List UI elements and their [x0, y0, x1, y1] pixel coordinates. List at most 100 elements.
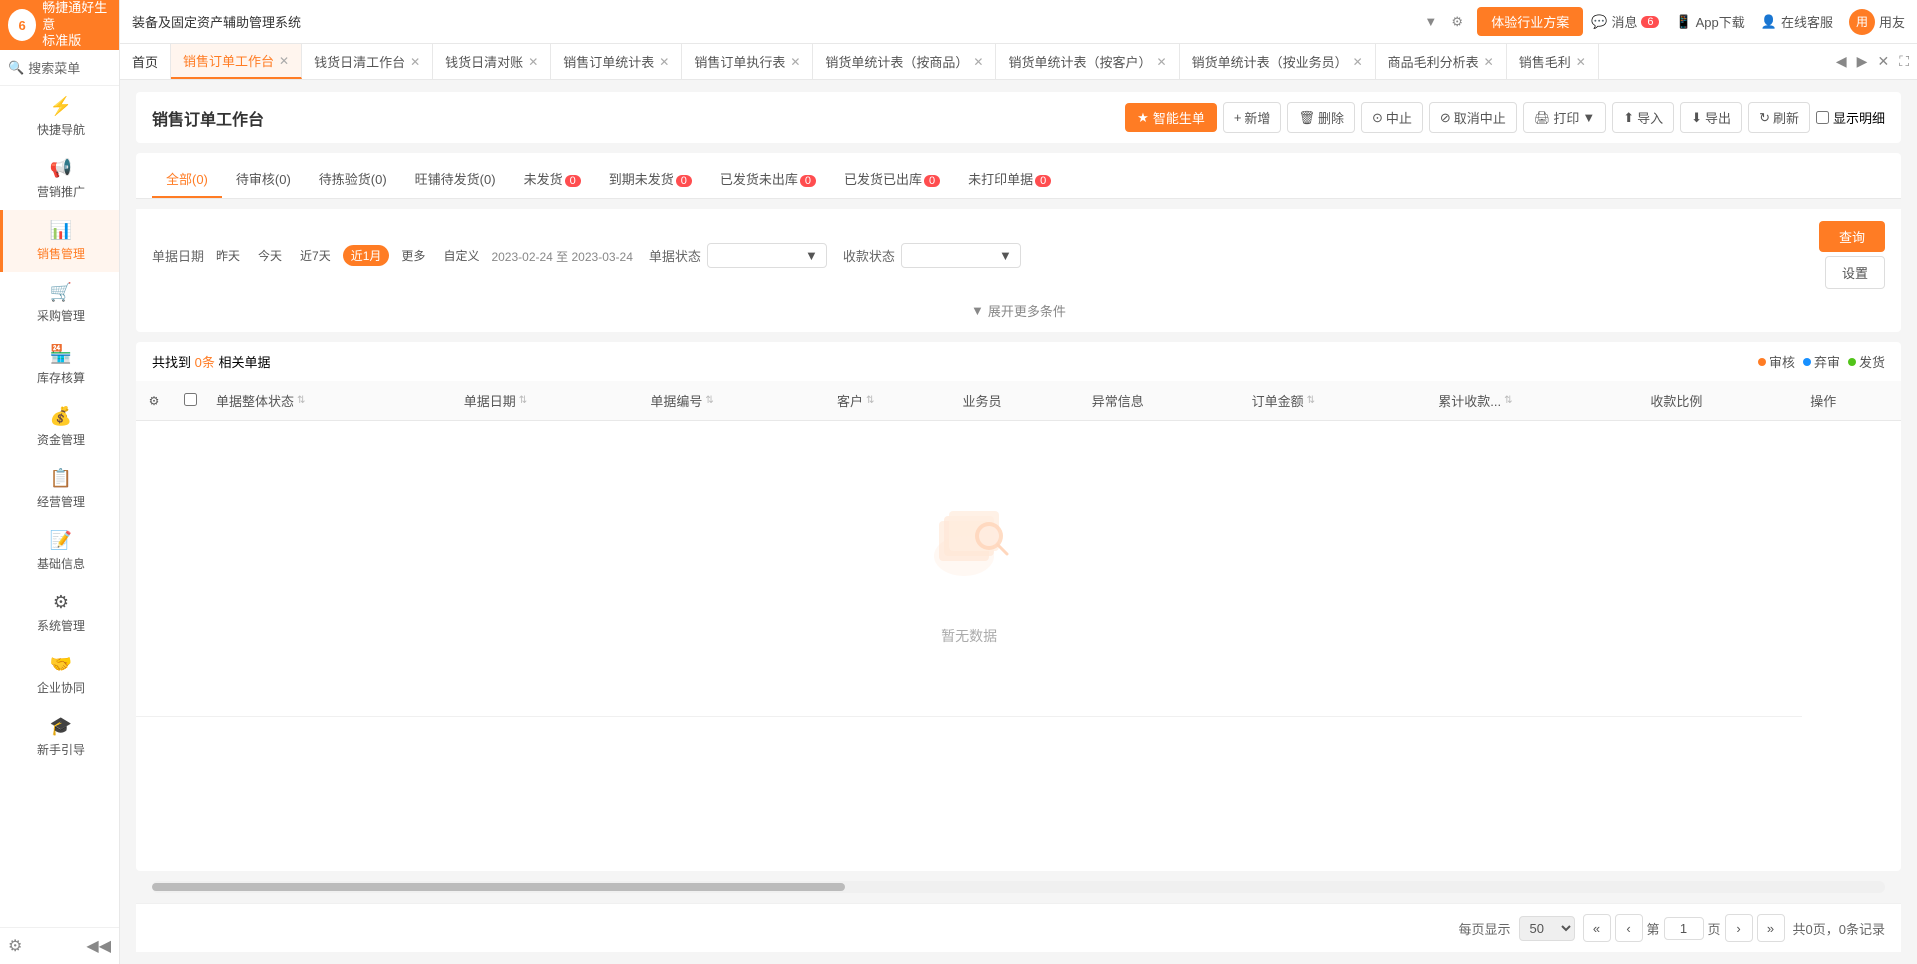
- col-collected[interactable]: 累计收款...⇅: [1430, 381, 1642, 421]
- date-7days[interactable]: 近7天: [294, 245, 337, 266]
- industry-btn[interactable]: 体验行业方案: [1477, 7, 1583, 36]
- col-bill-no[interactable]: 单据编号⇅: [642, 381, 829, 421]
- next-page-btn[interactable]: ›: [1725, 914, 1753, 942]
- sidebar-item-guide[interactable]: 🎓新手引导: [0, 706, 119, 768]
- col-bill-date[interactable]: 单据日期⇅: [456, 381, 643, 421]
- set-btn[interactable]: 设置: [1825, 256, 1885, 289]
- tab-scroll-left[interactable]: ◀: [1832, 51, 1851, 72]
- user-menu[interactable]: 用 用友: [1849, 9, 1905, 35]
- last-page-btn[interactable]: »: [1757, 914, 1785, 942]
- filter-tab-shipped-not-out[interactable]: 已发货未出库0: [706, 161, 830, 198]
- filter-tab-all[interactable]: 全部(0): [152, 161, 222, 198]
- filter-tab-unshipped[interactable]: 未发货0: [510, 161, 595, 198]
- select-all-checkbox[interactable]: [184, 393, 197, 406]
- col-amount[interactable]: 订单金额⇅: [1244, 381, 1431, 421]
- add-btn[interactable]: + 新增: [1223, 102, 1282, 133]
- first-page-btn[interactable]: «: [1583, 914, 1611, 942]
- import-btn[interactable]: ⬆ 导入: [1612, 102, 1674, 133]
- tab-close-sales-stat-customer[interactable]: ✕: [1157, 55, 1167, 69]
- status-select[interactable]: ▼: [707, 243, 827, 268]
- date-custom[interactable]: 自定义: [437, 245, 485, 266]
- review-action-btn[interactable]: 审核: [1758, 352, 1795, 371]
- tab-close-cash-daily[interactable]: ✕: [410, 55, 420, 69]
- tab-home[interactable]: 首页: [120, 44, 171, 79]
- sidebar-item-inventory[interactable]: 🏪库存核算: [0, 334, 119, 396]
- tab-sales-exec[interactable]: 销售订单执行表✕: [682, 44, 813, 79]
- sidebar-search[interactable]: 🔍 搜索菜单: [0, 50, 119, 86]
- sidebar-item-marketing[interactable]: 📢营销推广: [0, 148, 119, 210]
- scroll-thumb[interactable]: [152, 883, 845, 891]
- filter-tab-unprinted[interactable]: 未打印单据0: [954, 161, 1065, 198]
- page-input[interactable]: [1664, 917, 1704, 940]
- sidebar-item-finance[interactable]: 💰资金管理: [0, 396, 119, 458]
- tab-close-sales-more[interactable]: ✕: [1576, 55, 1586, 69]
- display-detail-checkbox[interactable]: [1816, 111, 1829, 124]
- tab-sales-workbench[interactable]: 销售订单工作台✕: [171, 44, 302, 79]
- print-btn[interactable]: 🖨 打印 ▼: [1523, 102, 1606, 133]
- horizontal-scrollbar[interactable]: [152, 881, 1885, 893]
- cancel-review-action-btn[interactable]: 弃审: [1803, 352, 1840, 371]
- date-more[interactable]: 更多: [395, 245, 431, 266]
- filter-tab-shipped-out[interactable]: 已发货已出库0: [830, 161, 954, 198]
- tab-sales-stat-product[interactable]: 销货单统计表（按商品）✕: [813, 44, 996, 79]
- ship-action-btn[interactable]: 发货: [1848, 352, 1885, 371]
- tab-close-sales-stat[interactable]: ✕: [659, 55, 669, 69]
- tab-close-sales-exec[interactable]: ✕: [790, 55, 800, 69]
- tab-sales-stat[interactable]: 销售订单统计表✕: [551, 44, 682, 79]
- col-salesman: 业务员: [955, 381, 1084, 421]
- col-settings[interactable]: ⚙: [136, 381, 172, 421]
- tab-sales-stat-customer[interactable]: 销货单统计表（按客户）✕: [996, 44, 1179, 79]
- stop-btn[interactable]: ⊙ 中止: [1361, 102, 1423, 133]
- tab-close-profit-analysis[interactable]: ✕: [1484, 55, 1494, 69]
- tab-sales-stat-staff[interactable]: 销货单统计表（按业务员）✕: [1180, 44, 1376, 79]
- prev-page-btn[interactable]: ‹: [1615, 914, 1643, 942]
- display-detail-label[interactable]: 显示明细: [1816, 108, 1885, 127]
- tab-cash-daily[interactable]: 钱货日清工作台✕: [302, 44, 433, 79]
- settings-gear-icon[interactable]: ⚙: [1445, 10, 1469, 34]
- sidebar-item-purchase[interactable]: 🛒采购管理: [0, 272, 119, 334]
- sidebar-item-basic[interactable]: 📝基础信息: [0, 520, 119, 582]
- settings-icon[interactable]: ⚙: [8, 936, 22, 956]
- tab-close-sales-stat-staff[interactable]: ✕: [1353, 55, 1363, 69]
- cancel-stop-btn[interactable]: ⊘ 取消中止: [1429, 102, 1517, 133]
- sidebar-item-sales[interactable]: 📊销售管理: [0, 210, 119, 272]
- sidebar-item-quick-nav[interactable]: ⚡快捷导航: [0, 86, 119, 148]
- tab-profit-analysis[interactable]: 商品毛利分析表✕: [1376, 44, 1507, 79]
- tab-maximize[interactable]: ⛶: [1895, 51, 1913, 72]
- col-bill-status[interactable]: 单据整体状态⇅: [208, 381, 456, 421]
- date-today[interactable]: 今天: [252, 245, 288, 266]
- message-btn[interactable]: 💬 消息 6: [1591, 12, 1659, 31]
- date-yesterday[interactable]: 昨天: [210, 245, 246, 266]
- app-download-btn[interactable]: 📱 App下载: [1675, 12, 1744, 31]
- tab-cash-reconcile[interactable]: 钱货日清对账✕: [433, 44, 551, 79]
- export-btn[interactable]: ⬇ 导出: [1680, 102, 1742, 133]
- payment-select[interactable]: ▼: [901, 243, 1021, 268]
- filter-tab-pending-inspection[interactable]: 待拣验货(0): [305, 161, 401, 198]
- col-customer[interactable]: 客户⇅: [829, 381, 955, 421]
- date-1month[interactable]: 近1月: [343, 245, 390, 266]
- filter-tab-wangpu-pending[interactable]: 旺铺待发货(0): [401, 161, 510, 198]
- refresh-btn[interactable]: ↻ 刷新: [1748, 102, 1810, 133]
- query-btn[interactable]: 查询: [1819, 221, 1885, 252]
- tab-close-cash-reconcile[interactable]: ✕: [528, 55, 538, 69]
- online-service-btn[interactable]: 👤 在线客服: [1761, 12, 1833, 31]
- collapse-icon[interactable]: ◀◀: [86, 936, 111, 956]
- sidebar-item-business[interactable]: 📋经营管理: [0, 458, 119, 520]
- delete-btn[interactable]: 🗑 删除: [1287, 102, 1355, 133]
- sidebar-item-system[interactable]: ⚙系统管理: [0, 582, 119, 644]
- tab-sales-more[interactable]: 销售毛利✕: [1507, 44, 1599, 79]
- filter-tab-pending-review[interactable]: 待审核(0): [222, 161, 305, 198]
- tab-close-all[interactable]: ✕: [1873, 51, 1893, 72]
- sidebar-item-enterprise[interactable]: 🤝企业协同: [0, 644, 119, 706]
- col-checkbox[interactable]: [172, 381, 208, 421]
- print-dropdown-icon[interactable]: ▼: [1582, 110, 1595, 125]
- tab-close-sales-workbench[interactable]: ✕: [279, 54, 289, 68]
- topbar-dropdown-icon[interactable]: ▼: [1424, 14, 1437, 29]
- date-filter: 单据日期 昨天 今天 近7天 近1月 更多 自定义 2023-02-24 至 2…: [152, 245, 633, 266]
- expand-btn[interactable]: ▼ 展开更多条件: [971, 301, 1066, 320]
- smart-gen-btn[interactable]: ★ 智能生单: [1125, 103, 1217, 132]
- tab-scroll-right[interactable]: ▶: [1853, 51, 1872, 72]
- page-size-select[interactable]: 50 20 100: [1519, 916, 1575, 941]
- filter-tab-overdue-unshipped[interactable]: 到期未发货0: [595, 161, 706, 198]
- tab-close-sales-stat-product[interactable]: ✕: [973, 55, 983, 69]
